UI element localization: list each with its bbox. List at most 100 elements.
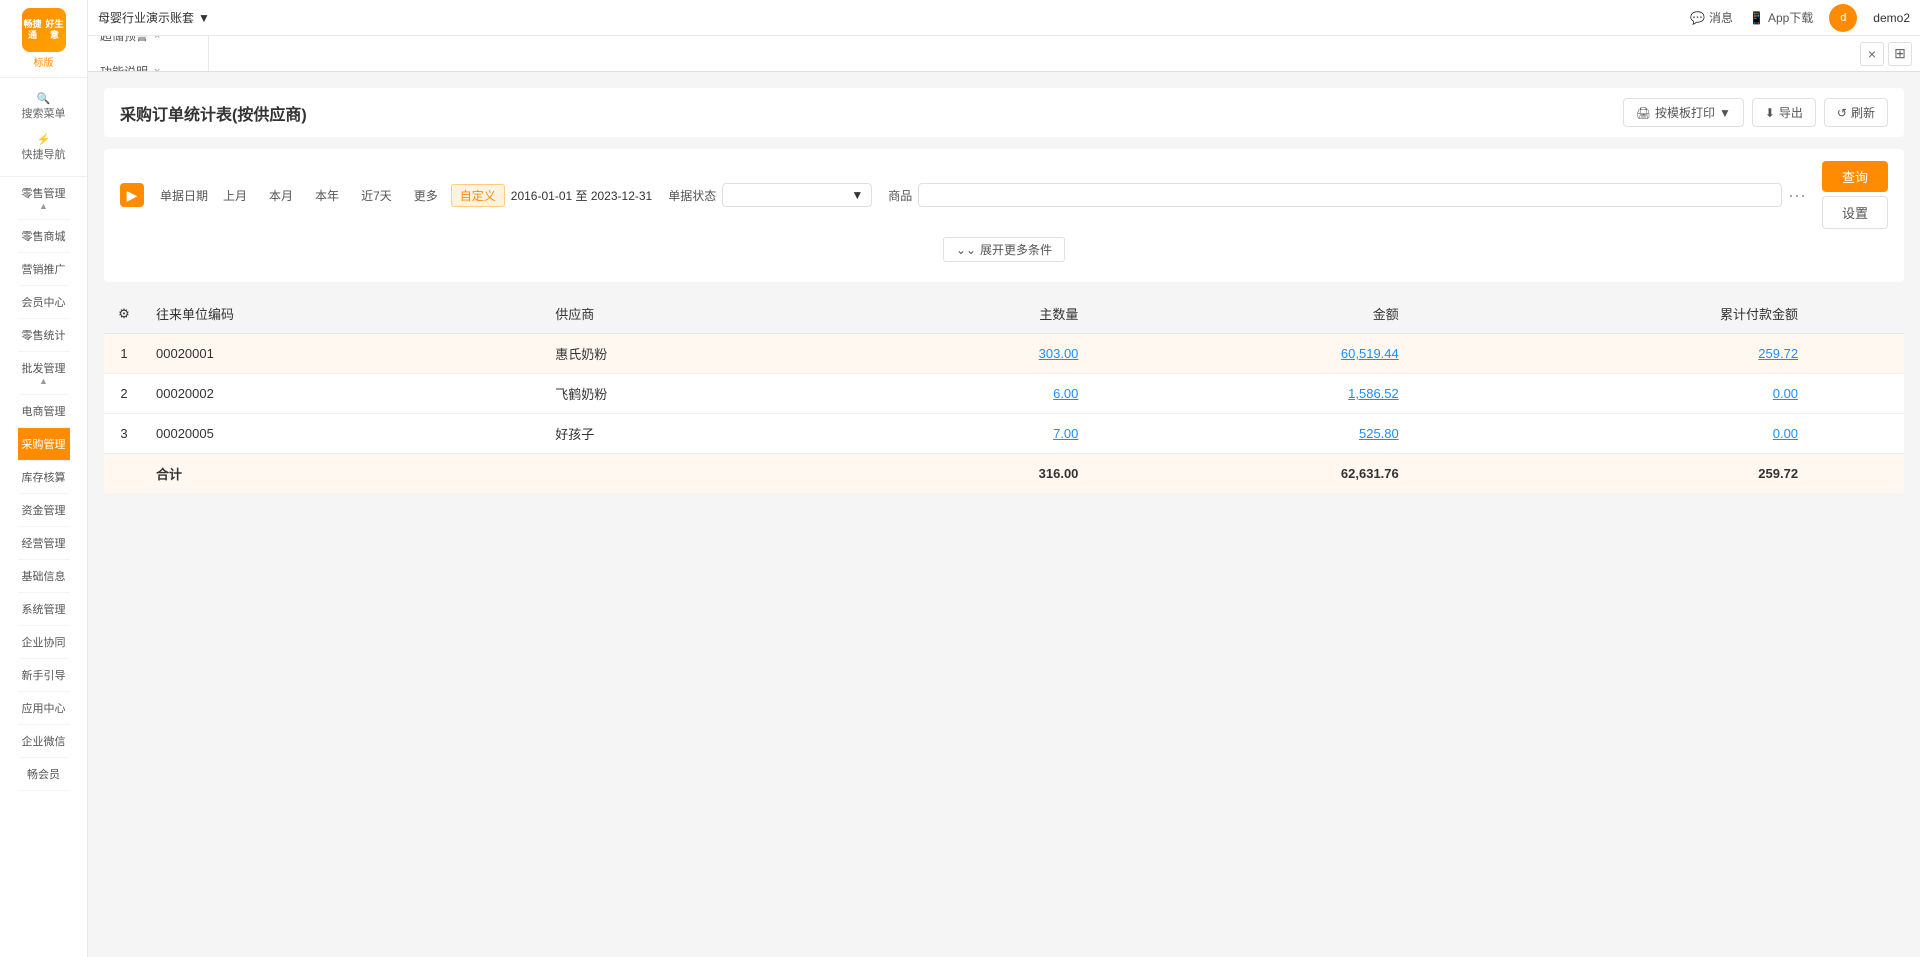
cell-code-1: 00020001 [144, 334, 543, 374]
cell-amount-3[interactable]: 525.80 [1090, 414, 1410, 454]
date-btn-more[interactable]: 更多 [405, 184, 447, 207]
sidebar-item-ecommerce[interactable]: 电商管理 [18, 395, 70, 428]
sidebar-item-collab[interactable]: 企业协同 [18, 626, 70, 659]
cell-qty-1[interactable]: 303.00 [841, 334, 1091, 374]
print-button[interactable]: 🖨 按模板打印 ▼ [1623, 98, 1744, 127]
logo-label: 标版 [34, 54, 54, 69]
print-icon: 🖨 [1636, 106, 1651, 120]
user-avatar[interactable]: d [1829, 4, 1857, 32]
topbar-app-download[interactable]: 📱 App下载 [1749, 9, 1813, 26]
user-name[interactable]: demo2 [1873, 11, 1910, 25]
nav-label-operation: 经营管理 [22, 535, 66, 551]
table-row: 1 00020001 惠氏奶粉 303.00 60,519.44 259.72 [104, 334, 1904, 374]
sidebar-item-finance[interactable]: 资金管理 [18, 494, 70, 527]
cell-index-1: 1 [104, 334, 144, 374]
cell-qty-2[interactable]: 6.00 [841, 374, 1091, 414]
filter-date-label: 单据日期 [160, 187, 208, 204]
filter-date-options: 上月 本月 本年 近7天 更多 自定义 [214, 184, 505, 207]
filter-status-select[interactable]: ▼ [722, 183, 872, 207]
col-paid-header: 累计付款金额 [1411, 294, 1810, 334]
settings-button[interactable]: 设置 [1822, 196, 1888, 229]
cell-code-2: 00020002 [144, 374, 543, 414]
export-button[interactable]: ⬇ 导出 [1752, 98, 1816, 127]
nav-label-collab: 企业协同 [22, 634, 66, 650]
message-icon: 💬 [1690, 11, 1705, 25]
logo-text-line1: 畅捷通 [22, 19, 44, 41]
app-logo-icon: 畅捷通 好生意 [22, 8, 66, 52]
table-header: ⚙ 往来单位编码 供应商 主数量 金额 累计付款金额 [104, 294, 1904, 334]
cell-index-3: 3 [104, 414, 144, 454]
nav-label-member: 会员中心 [22, 294, 66, 310]
expand-icon: ⊞ [1894, 45, 1906, 62]
filter-panel: ▶ 单据日期 上月 本月 本年 近7天 更多 自定义 2016-01-01 至 … [104, 149, 1904, 282]
nav-label-newbie: 新手引导 [22, 667, 66, 683]
cell-qty-3[interactable]: 7.00 [841, 414, 1091, 454]
date-btn-this-year[interactable]: 本年 [306, 184, 348, 207]
cell-paid-2[interactable]: 0.00 [1411, 374, 1810, 414]
sidebar-nav: 零售管理▲零售商城营销推广会员中心零售统计批发管理▲ 电商管理采购管理库存核算资金… [18, 177, 70, 791]
close-icon: × [1868, 46, 1876, 62]
sidebar-item-appstore[interactable]: 应用中心 [18, 692, 70, 725]
tabbar-close-btn[interactable]: × [1860, 42, 1884, 66]
filter-date-item: 单据日期 上月 本月 本年 近7天 更多 自定义 2016-01-01 至 20… [160, 184, 652, 207]
shortcut-label: 快捷导航 [22, 146, 66, 162]
table-footer: 合计 316.00 62,631.76 259.72 [104, 454, 1904, 494]
cell-amount-1[interactable]: 60,519.44 [1090, 334, 1410, 374]
shortcut-icon: ⚡ [37, 133, 51, 146]
sidebar-item-wechat[interactable]: 企业微信 [18, 725, 70, 758]
filter-goods-input[interactable] [918, 183, 1782, 207]
expand-more-btn[interactable]: ⌄⌄ 展开更多条件 [943, 237, 1065, 262]
topbar-account-dropdown[interactable]: 母婴行业演示账套 ▼ [98, 9, 210, 26]
sidebar-item-purchase[interactable]: 采购管理 [18, 428, 70, 461]
sidebar-item-member[interactable]: 会员中心 [18, 286, 70, 319]
cell-amount-2[interactable]: 1,586.52 [1090, 374, 1410, 414]
sidebar-item-inventory[interactable]: 库存核算 [18, 461, 70, 494]
sidebar-item-newbie[interactable]: 新手引导 [18, 659, 70, 692]
date-btn-7days[interactable]: 近7天 [352, 184, 401, 207]
sidebar-item-retail[interactable]: 零售管理▲ [18, 177, 70, 220]
filter-goods-more[interactable]: ··· [1788, 185, 1806, 206]
sidebar-item-wholesale[interactable]: 批发管理▲ [18, 352, 70, 395]
filter-date-range: 2016-01-01 至 2023-12-31 [511, 187, 652, 204]
col-settings-header[interactable]: ⚙ [104, 294, 144, 334]
app-download-icon: 📱 [1749, 11, 1764, 25]
refresh-button[interactable]: ↺ 刷新 [1824, 98, 1888, 127]
cell-paid-1[interactable]: 259.72 [1411, 334, 1810, 374]
tab-function-desc[interactable]: 功能说明× [88, 54, 209, 73]
tabbar-expand-btn[interactable]: ⊞ [1888, 42, 1912, 66]
refresh-label: 刷新 [1851, 104, 1875, 121]
sidebar-search-menu[interactable]: 🔍 搜索菜单 [4, 86, 83, 127]
query-button[interactable]: 查询 [1822, 161, 1888, 192]
sidebar-item-marketing[interactable]: 营销推广 [18, 253, 70, 286]
data-table: ⚙ 往来单位编码 供应商 主数量 金额 累计付款金额 1 00020001 惠氏… [104, 294, 1904, 493]
footer-empty-2 [543, 454, 841, 494]
nav-label-appstore: 应用中心 [22, 700, 66, 716]
app-download-label: App下载 [1768, 9, 1813, 26]
date-btn-last-month[interactable]: 上月 [214, 184, 256, 207]
filter-expand-row: ⌄⌄ 展开更多条件 [120, 229, 1888, 270]
sidebar-item-operation[interactable]: 经营管理 [18, 527, 70, 560]
filter-action-btns: 查询 设置 [1822, 161, 1888, 229]
sidebar-item-retail-shop[interactable]: 零售商城 [18, 220, 70, 253]
tab-overstock-warning[interactable]: 超储预警× [88, 36, 209, 54]
message-label: 消息 [1709, 9, 1733, 26]
footer-empty-1 [104, 454, 144, 494]
nav-label-ecommerce: 电商管理 [22, 403, 66, 419]
sidebar-item-vip[interactable]: 畅会员 [18, 758, 70, 791]
sidebar-item-basic[interactable]: 基础信息 [18, 560, 70, 593]
sidebar-item-retail-stat[interactable]: 零售统计 [18, 319, 70, 352]
cell-extra-1 [1810, 334, 1904, 374]
table-settings-icon[interactable]: ⚙ [118, 306, 130, 321]
topbar-message[interactable]: 💬 消息 [1690, 9, 1733, 26]
data-table-wrap: ⚙ 往来单位编码 供应商 主数量 金额 累计付款金额 1 00020001 惠氏… [104, 294, 1904, 493]
nav-label-wholesale: 批发管理 [22, 360, 66, 376]
date-custom-tag[interactable]: 自定义 [451, 184, 505, 207]
footer-amount: 62,631.76 [1090, 454, 1410, 494]
avatar-initial: d [1840, 12, 1846, 24]
filter-toggle-btn[interactable]: ▶ [120, 183, 144, 207]
sidebar-shortcut[interactable]: ⚡ 快捷导航 [4, 127, 83, 168]
date-btn-this-month[interactable]: 本月 [260, 184, 302, 207]
sidebar-item-system[interactable]: 系统管理 [18, 593, 70, 626]
cell-paid-3[interactable]: 0.00 [1411, 414, 1810, 454]
tab-close-overstock-warning[interactable]: × [154, 36, 160, 42]
